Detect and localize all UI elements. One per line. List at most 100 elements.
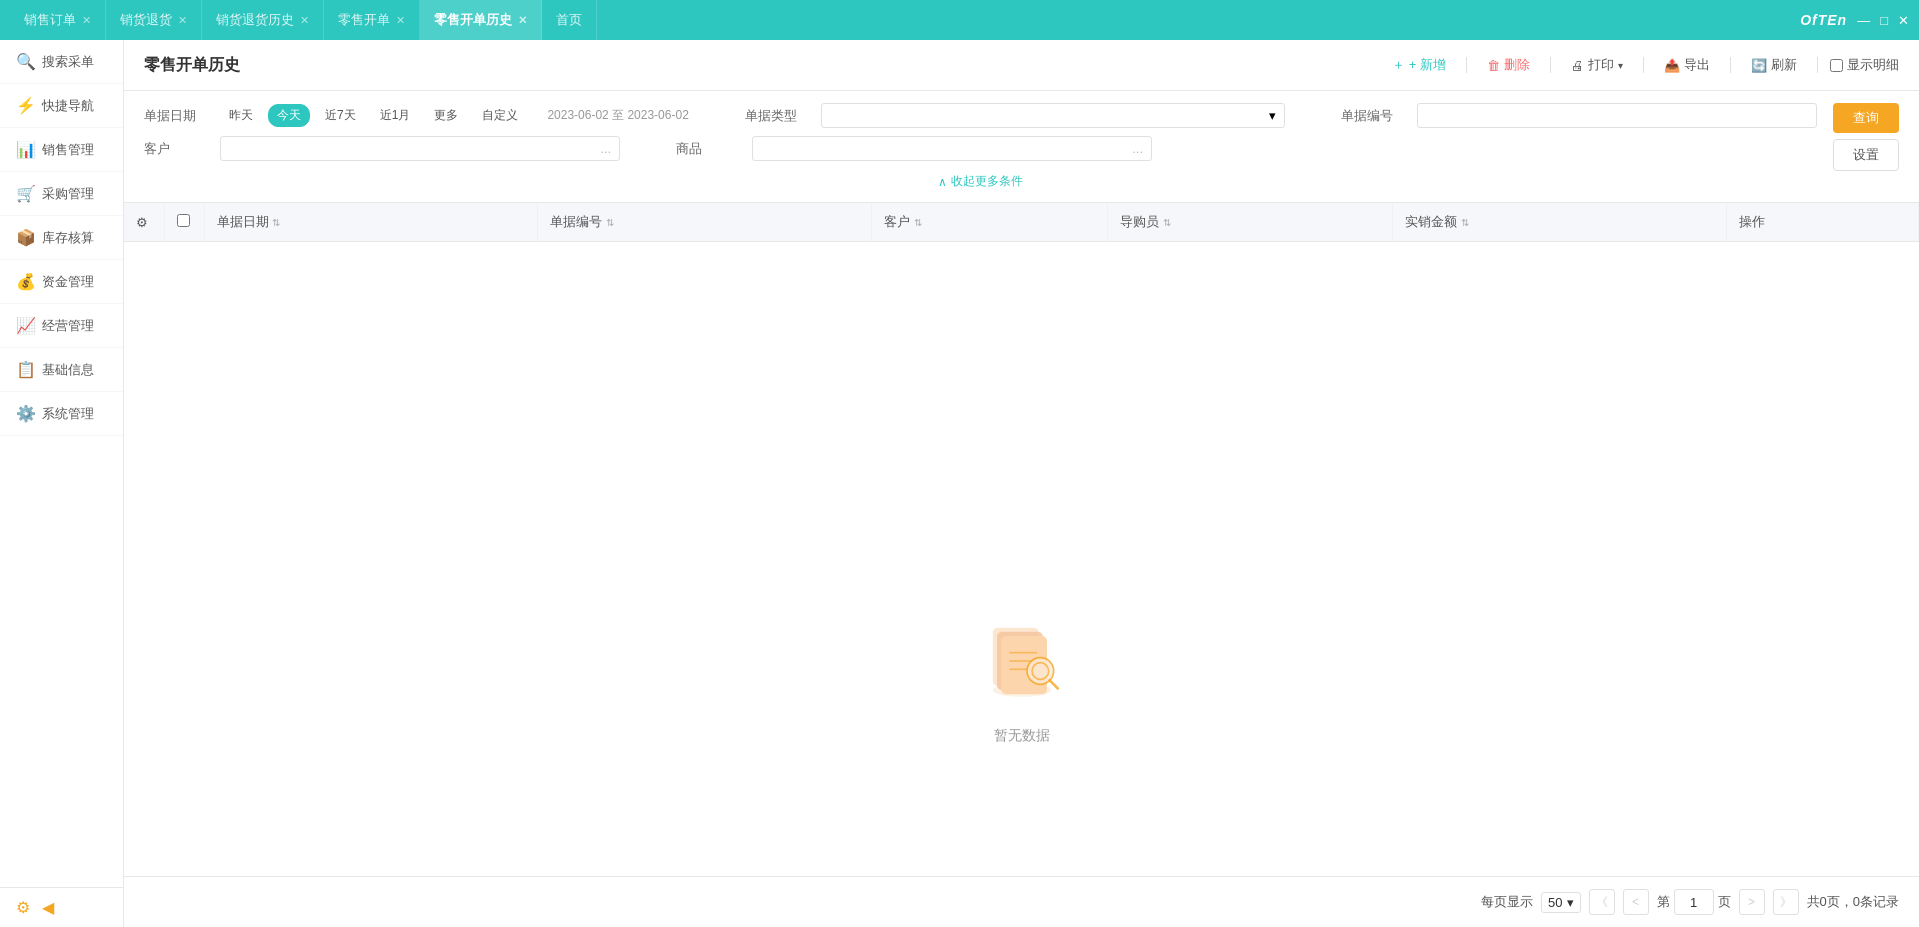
top-bar: 销售订单✕销货退货✕销货退货历史✕零售开单✕零售开单历史✕首页 OfTEn — … (0, 0, 1919, 40)
customer-dots[interactable]: ... (600, 141, 611, 156)
bill-no-input-container (1417, 103, 1817, 128)
goods-dots[interactable]: ... (1132, 141, 1143, 156)
print-icon: 🖨 (1571, 58, 1584, 73)
collapse-row[interactable]: ∧ 收起更多条件 (144, 173, 1817, 190)
tab-close-销售订单[interactable]: ✕ (82, 14, 91, 27)
top-bar-right: OfTEn — □ ✕ (1800, 12, 1909, 28)
sidebar-label-finance: 资金管理 (42, 273, 94, 291)
tab-零售开单历史[interactable]: 零售开单历史✕ (420, 0, 542, 40)
query-button[interactable]: 查询 (1833, 103, 1899, 133)
select-all-checkbox[interactable] (177, 214, 190, 227)
sidebar-label-purchase-mgmt: 采购管理 (42, 185, 94, 203)
first-page-btn[interactable]: 《 (1589, 889, 1615, 915)
date-label: 单据日期 (144, 107, 204, 125)
tab-close-销货退货[interactable]: ✕ (178, 14, 187, 27)
prev-page-btn[interactable]: < (1623, 889, 1649, 915)
last-page-btn[interactable]: 》 (1773, 889, 1799, 915)
bill-no-input[interactable] (1426, 108, 1808, 123)
sidebar-label-basic-info: 基础信息 (42, 361, 94, 379)
refresh-button[interactable]: 🔄 刷新 (1743, 52, 1805, 78)
filter-row-2: 客户 ... 商品 ... (144, 136, 1817, 161)
pagination: 每页显示 50 ▾ 《 < 第 页 > 》 共0页，0条记录 (124, 876, 1919, 927)
sidebar-item-finance[interactable]: 💰 资金管理 (0, 260, 123, 304)
content-area: 零售开单历史 ＋ + 新增 🗑 删除 🖨 打印 ▾ (124, 40, 1919, 927)
page-title: 零售开单历史 (144, 55, 240, 76)
filter-row-1: 单据日期 昨天今天近7天近1月更多自定义 2023-06-02 至 2023-0… (144, 103, 1817, 128)
th-客户[interactable]: 客户 ⇅ (872, 203, 1108, 242)
table-area: ⚙ 单据日期 ⇅单据编号 ⇅客户 ⇅导购员 ⇅实销金额 ⇅操作 (124, 203, 1919, 927)
tab-销货退货历史[interactable]: 销货退货历史✕ (202, 0, 324, 40)
settings-icon[interactable]: ⚙ (16, 898, 30, 917)
sidebar-item-sales-mgmt[interactable]: 📊 销售管理 (0, 128, 123, 172)
date-btn-近1月[interactable]: 近1月 (371, 104, 420, 127)
tab-零售开单[interactable]: 零售开单✕ (324, 0, 420, 40)
add-icon: ＋ (1392, 56, 1405, 74)
tab-close-零售开单历史[interactable]: ✕ (518, 14, 527, 27)
page-number-input[interactable] (1674, 889, 1714, 915)
th-实销金额[interactable]: 实销金额 ⇅ (1392, 203, 1726, 242)
collapse-icon[interactable]: ◀ (42, 898, 54, 917)
bill-type-select[interactable]: ▾ (821, 103, 1285, 128)
th-导购员[interactable]: 导购员 ⇅ (1108, 203, 1393, 242)
goods-label: 商品 (676, 140, 736, 158)
date-btn-昨天[interactable]: 昨天 (220, 104, 262, 127)
sidebar-label-inventory: 库存核算 (42, 229, 94, 247)
maximize-btn[interactable]: □ (1880, 13, 1888, 28)
sidebar-item-basic-info[interactable]: 📋 基础信息 (0, 348, 123, 392)
th-单据日期[interactable]: 单据日期 ⇅ (204, 203, 538, 242)
th-单据编号[interactable]: 单据编号 ⇅ (538, 203, 872, 242)
main-layout: 🔍 搜索采单⚡ 快捷导航📊 销售管理🛒 采购管理📦 库存核算💰 资金管理📈 经营… (0, 40, 1919, 927)
sidebar-nav: 🔍 搜索采单⚡ 快捷导航📊 销售管理🛒 采购管理📦 库存核算💰 资金管理📈 经营… (0, 40, 123, 436)
tab-list: 销售订单✕销货退货✕销货退货历史✕零售开单✕零售开单历史✕首页 (10, 0, 1800, 40)
sidebar-label-search-order: 搜索采单 (42, 53, 94, 71)
print-button[interactable]: 🖨 打印 ▾ (1563, 52, 1631, 78)
empty-state: 暂无数据 (124, 480, 1919, 877)
close-btn[interactable]: ✕ (1898, 13, 1909, 28)
divider5 (1817, 57, 1818, 73)
sidebar-item-operations[interactable]: 📈 经营管理 (0, 304, 123, 348)
per-page-value: 50 (1548, 895, 1562, 910)
add-button[interactable]: ＋ + 新增 (1384, 52, 1454, 78)
date-btn-近7天[interactable]: 近7天 (316, 104, 365, 127)
export-button[interactable]: 📤 导出 (1656, 52, 1718, 78)
search-order-icon: 🔍 (16, 52, 34, 71)
trash-icon: 🗑 (1487, 58, 1500, 73)
sidebar-item-inventory[interactable]: 📦 库存核算 (0, 216, 123, 260)
display-detail-toggle[interactable]: 显示明细 (1830, 56, 1899, 74)
purchase-mgmt-icon: 🛒 (16, 184, 34, 203)
svg-line-8 (1049, 680, 1057, 688)
tab-销售订单[interactable]: 销售订单✕ (10, 0, 106, 40)
customer-input[interactable] (229, 141, 600, 156)
bill-type-label: 单据类型 (745, 107, 805, 125)
sales-mgmt-icon: 📊 (16, 140, 34, 159)
tab-首页[interactable]: 首页 (542, 0, 597, 40)
sidebar-item-search-order[interactable]: 🔍 搜索采单 (0, 40, 123, 84)
page-total: 共0页，0条记录 (1807, 893, 1899, 911)
sidebar-bottom[interactable]: ⚙ ◀ (0, 887, 123, 927)
th-gear[interactable]: ⚙ (124, 203, 164, 242)
empty-icon (972, 611, 1072, 711)
settings-button[interactable]: 设置 (1833, 139, 1899, 171)
empty-text: 暂无数据 (994, 727, 1050, 745)
date-btn-更多[interactable]: 更多 (425, 104, 467, 127)
tab-销货退货[interactable]: 销货退货✕ (106, 0, 202, 40)
goods-input[interactable] (761, 141, 1132, 156)
per-page-select[interactable]: 50 ▾ (1541, 892, 1580, 913)
display-detail-checkbox[interactable] (1830, 59, 1843, 72)
sidebar-label-quick-nav: 快捷导航 (42, 97, 94, 115)
divider3 (1643, 57, 1644, 73)
sidebar-label-sales-mgmt: 销售管理 (42, 141, 94, 159)
minimize-btn[interactable]: — (1857, 13, 1870, 28)
brand-text: OfTEn (1800, 12, 1847, 28)
th-checkbox[interactable] (164, 203, 204, 242)
date-btn-自定义[interactable]: 自定义 (473, 104, 527, 127)
next-page-btn[interactable]: > (1739, 889, 1765, 915)
tab-close-销货退货历史[interactable]: ✕ (300, 14, 309, 27)
tab-close-零售开单[interactable]: ✕ (396, 14, 405, 27)
export-icon: 📤 (1664, 58, 1680, 73)
sidebar-item-quick-nav[interactable]: ⚡ 快捷导航 (0, 84, 123, 128)
date-btn-今天[interactable]: 今天 (268, 104, 310, 127)
sidebar-item-purchase-mgmt[interactable]: 🛒 采购管理 (0, 172, 123, 216)
sidebar-item-system[interactable]: ⚙️ 系统管理 (0, 392, 123, 436)
delete-button[interactable]: 🗑 删除 (1479, 52, 1538, 78)
